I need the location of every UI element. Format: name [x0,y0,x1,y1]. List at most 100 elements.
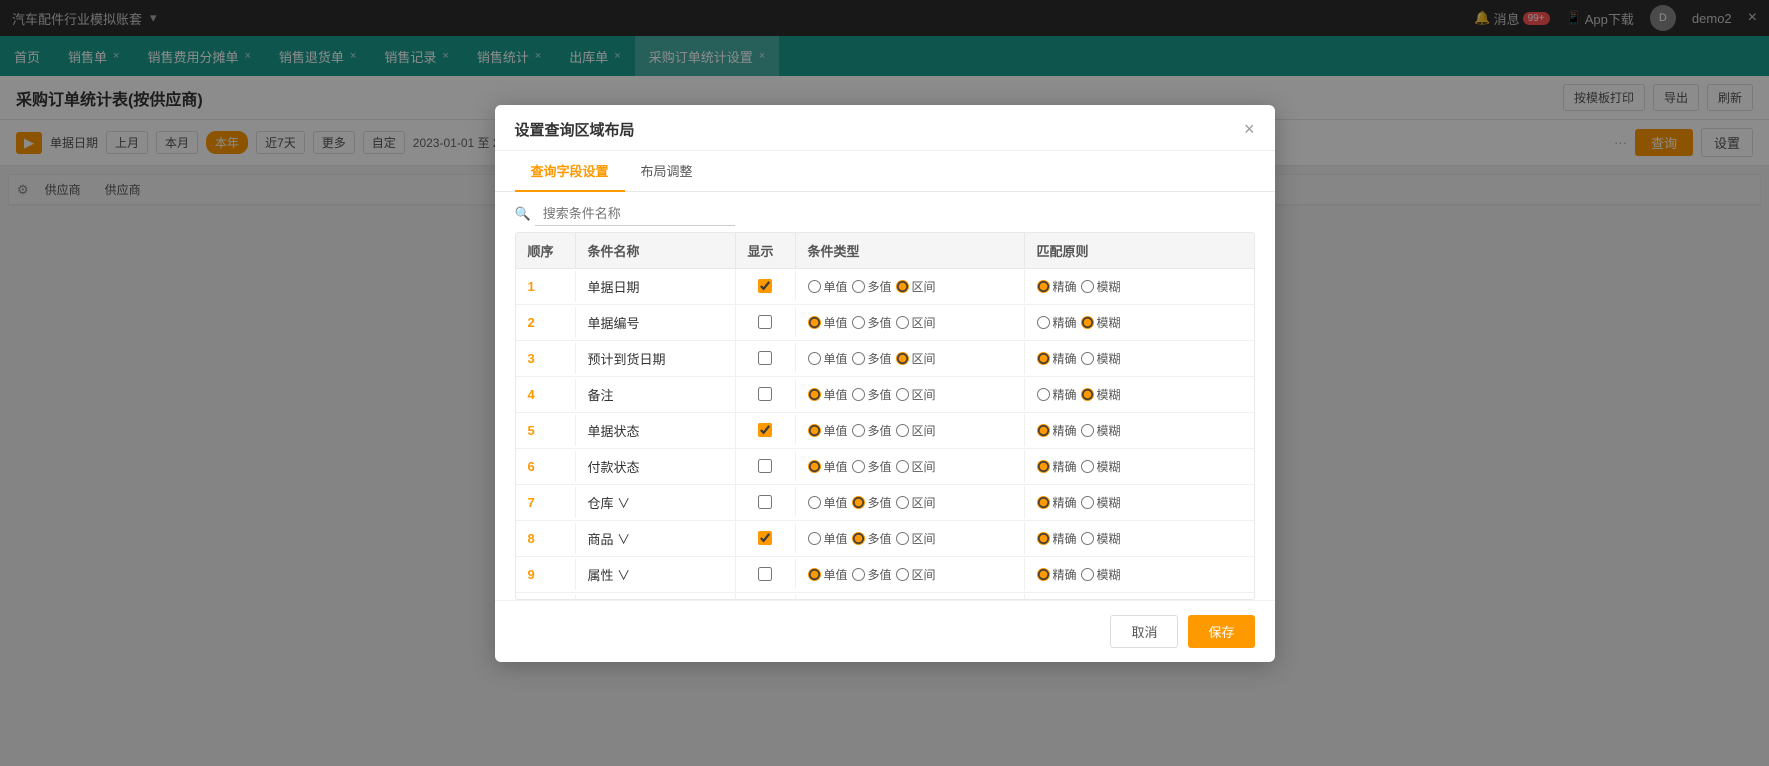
display-checkbox-3[interactable] [758,387,772,401]
radio-multi-3[interactable] [852,388,865,401]
cell-type-1[interactable]: 单值 多值 区间 [796,306,1025,339]
cell-match-0[interactable]: 精确 模糊 [1025,270,1254,303]
radio-exact-label-3[interactable]: 精确 [1037,386,1077,403]
radio-fuzzy-7[interactable] [1081,532,1094,545]
display-checkbox-6[interactable] [758,495,772,509]
cell-match-2[interactable]: 精确 模糊 [1025,342,1254,375]
radio-range-label-8[interactable]: 区间 [896,566,936,583]
radio-range-label-5[interactable]: 区间 [896,458,936,475]
radio-fuzzy-label-1[interactable]: 模糊 [1081,314,1121,331]
tab-layout-adjust[interactable]: 布局调整 [625,151,709,192]
radio-single-4[interactable] [808,424,821,437]
radio-fuzzy-label-5[interactable]: 模糊 [1081,458,1121,475]
radio-single-3[interactable] [808,388,821,401]
cell-type-5[interactable]: 单值 多值 区间 [796,450,1025,483]
display-checkbox-4[interactable] [758,423,772,437]
display-checkbox-0[interactable] [758,279,772,293]
radio-multi-6[interactable] [852,496,865,509]
radio-fuzzy-label-7[interactable]: 模糊 [1081,530,1121,547]
radio-fuzzy-5[interactable] [1081,460,1094,473]
radio-single-1[interactable] [808,316,821,329]
radio-exact-label-4[interactable]: 精确 [1037,422,1077,439]
cell-type-4[interactable]: 单值 多值 区间 [796,414,1025,447]
cell-type-8[interactable]: 单值 多值 区间 [796,558,1025,591]
radio-single-label-8[interactable]: 单值 [808,566,848,583]
radio-exact-label-2[interactable]: 精确 [1037,350,1077,367]
radio-range-3[interactable] [896,388,909,401]
cell-display-9[interactable] [736,595,796,599]
display-checkbox-1[interactable] [758,315,772,329]
cell-type-6[interactable]: 单值 多值 区间 [796,486,1025,519]
radio-fuzzy-3[interactable] [1081,388,1094,401]
radio-range-label-2[interactable]: 区间 [896,350,936,367]
radio-exact-label-0[interactable]: 精确 [1037,278,1077,295]
radio-multi-label-7[interactable]: 多值 [852,530,892,547]
radio-exact-8[interactable] [1037,568,1050,581]
radio-single-5[interactable] [808,460,821,473]
cell-display-1[interactable] [736,307,796,337]
radio-multi-label-4[interactable]: 多值 [852,422,892,439]
radio-exact-label-7[interactable]: 精确 [1037,530,1077,547]
radio-multi-2[interactable] [852,352,865,365]
cell-match-7[interactable]: 精确 模糊 [1025,522,1254,555]
cell-type-9[interactable]: 单值 多值 区间 [796,594,1025,599]
radio-fuzzy-label-6[interactable]: 模糊 [1081,494,1121,511]
radio-fuzzy-0[interactable] [1081,280,1094,293]
radio-single-0[interactable] [808,280,821,293]
radio-single-label-4[interactable]: 单值 [808,422,848,439]
radio-multi-0[interactable] [852,280,865,293]
cell-display-8[interactable] [736,559,796,589]
cell-match-4[interactable]: 精确 模糊 [1025,414,1254,447]
search-input[interactable] [535,202,735,226]
radio-range-label-3[interactable]: 区间 [896,386,936,403]
radio-multi-label-1[interactable]: 多值 [852,314,892,331]
cell-type-7[interactable]: 单值 多值 区间 [796,522,1025,555]
radio-multi-label-3[interactable]: 多值 [852,386,892,403]
radio-multi-5[interactable] [852,460,865,473]
radio-fuzzy-label-2[interactable]: 模糊 [1081,350,1121,367]
radio-fuzzy-6[interactable] [1081,496,1094,509]
radio-multi-8[interactable] [852,568,865,581]
radio-single-label-6[interactable]: 单值 [808,494,848,511]
cell-match-6[interactable]: 精确 模糊 [1025,486,1254,519]
cell-match-3[interactable]: 精确 模糊 [1025,378,1254,411]
cell-display-5[interactable] [736,451,796,481]
cell-display-0[interactable] [736,271,796,301]
radio-multi-label-2[interactable]: 多值 [852,350,892,367]
cell-match-5[interactable]: 精确 模糊 [1025,450,1254,483]
radio-range-6[interactable] [896,496,909,509]
radio-fuzzy-1[interactable] [1081,316,1094,329]
radio-range-0[interactable] [896,280,909,293]
radio-range-label-0[interactable]: 区间 [896,278,936,295]
display-checkbox-2[interactable] [758,351,772,365]
radio-range-label-7[interactable]: 区间 [896,530,936,547]
radio-fuzzy-label-0[interactable]: 模糊 [1081,278,1121,295]
radio-fuzzy-label-3[interactable]: 模糊 [1081,386,1121,403]
cell-type-2[interactable]: 单值 多值 区间 [796,342,1025,375]
radio-range-label-1[interactable]: 区间 [896,314,936,331]
radio-range-8[interactable] [896,568,909,581]
radio-multi-4[interactable] [852,424,865,437]
radio-range-label-4[interactable]: 区间 [896,422,936,439]
radio-range-5[interactable] [896,460,909,473]
radio-fuzzy-label-4[interactable]: 模糊 [1081,422,1121,439]
radio-range-1[interactable] [896,316,909,329]
radio-exact-7[interactable] [1037,532,1050,545]
radio-single-7[interactable] [808,532,821,545]
radio-exact-2[interactable] [1037,352,1050,365]
cell-display-6[interactable] [736,487,796,517]
radio-fuzzy-label-8[interactable]: 模糊 [1081,566,1121,583]
radio-single-8[interactable] [808,568,821,581]
radio-exact-label-8[interactable]: 精确 [1037,566,1077,583]
radio-multi-label-0[interactable]: 多值 [852,278,892,295]
radio-multi-label-5[interactable]: 多值 [852,458,892,475]
cell-type-3[interactable]: 单值 多值 区间 [796,378,1025,411]
radio-multi-7[interactable] [852,532,865,545]
radio-single-label-1[interactable]: 单值 [808,314,848,331]
radio-fuzzy-8[interactable] [1081,568,1094,581]
radio-exact-3[interactable] [1037,388,1050,401]
radio-exact-6[interactable] [1037,496,1050,509]
radio-single-label-5[interactable]: 单值 [808,458,848,475]
tab-query-fields[interactable]: 查询字段设置 [515,151,625,192]
radio-fuzzy-4[interactable] [1081,424,1094,437]
